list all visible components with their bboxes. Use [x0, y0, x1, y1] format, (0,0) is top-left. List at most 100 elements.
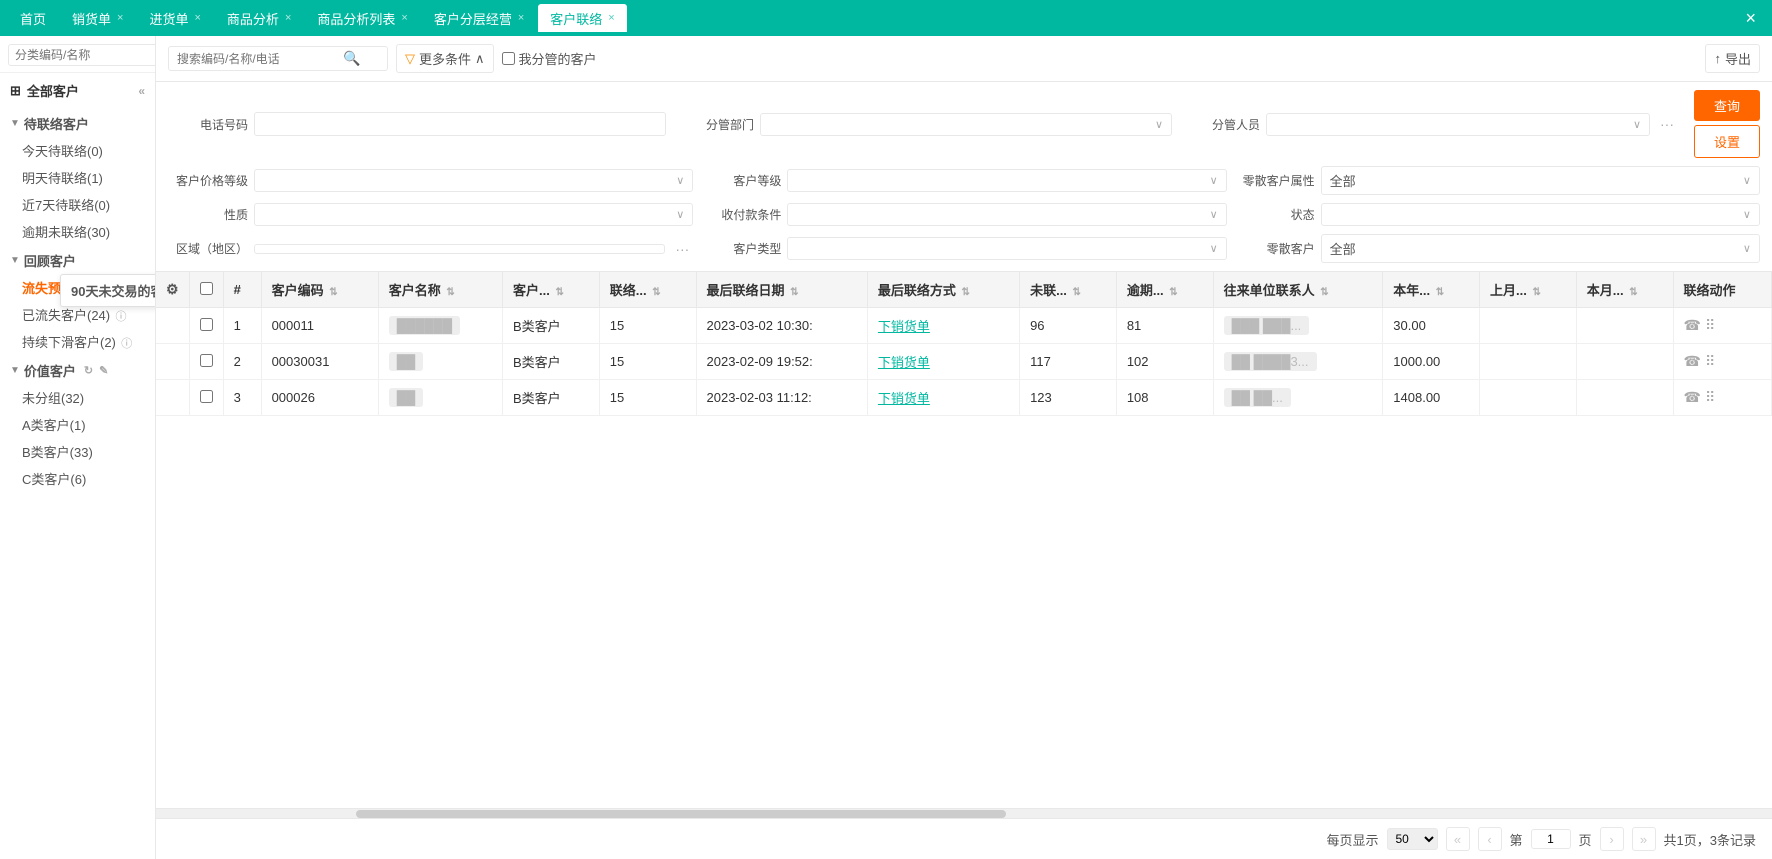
sidebar-item-declining[interactable]: 持续下滑客户(2) ⓘ: [0, 328, 155, 355]
price-level-select[interactable]: ∨: [254, 169, 693, 192]
this-month-sort-icon[interactable]: ⇅: [1629, 287, 1637, 298]
close-purchase-tab-icon[interactable]: ×: [194, 12, 200, 24]
sidebar-item-today-pending[interactable]: 今天待联络(0): [0, 137, 155, 164]
horizontal-scrollbar[interactable]: [156, 808, 1772, 818]
type-sort-icon[interactable]: ⇅: [555, 287, 563, 298]
contact-action-icon-0[interactable]: ☎: [1684, 317, 1701, 334]
scattered-attr-select[interactable]: 全部 ∨: [1321, 166, 1760, 195]
page-number-input[interactable]: [1531, 829, 1571, 849]
more-action-icon-2[interactable]: ⠿: [1705, 389, 1715, 406]
scattered-select[interactable]: 全部 ∨: [1321, 234, 1760, 263]
query-button[interactable]: 查询: [1694, 90, 1760, 121]
person-dots[interactable]: ···: [1656, 116, 1678, 132]
person-select[interactable]: ∨: [1266, 113, 1650, 136]
contact-sort-icon[interactable]: ⇅: [652, 287, 660, 298]
row-last-way-1[interactable]: 下销货单: [867, 344, 1019, 380]
overdue-sort-icon[interactable]: ⇅: [1169, 287, 1177, 298]
unit-contact-sort-icon[interactable]: ⇅: [1320, 287, 1328, 298]
next-page-button[interactable]: ›: [1600, 827, 1624, 851]
row-last-way-2[interactable]: 下销货单: [867, 380, 1019, 416]
last-page-button[interactable]: »: [1632, 827, 1656, 851]
nav-tab-sales[interactable]: 销货单 ×: [60, 4, 135, 32]
sidebar-item-class-c[interactable]: C类客户(6): [0, 465, 155, 492]
phone-input[interactable]: [254, 112, 666, 136]
payment-select[interactable]: ∨: [787, 203, 1226, 226]
dept-select[interactable]: ∨: [760, 113, 1172, 136]
sidebar-item-ungrouped[interactable]: 未分组(32): [0, 384, 155, 411]
close-contact-tab-icon[interactable]: ×: [608, 12, 614, 24]
first-page-button[interactable]: «: [1446, 827, 1470, 851]
nav-tab-purchase[interactable]: 进货单 ×: [137, 4, 212, 32]
sidebar-section-pending[interactable]: ▼ 待联络客户: [0, 108, 155, 137]
select-all-checkbox[interactable]: [200, 282, 213, 295]
col-gear[interactable]: ⚙: [156, 272, 189, 308]
close-sales-tab-icon[interactable]: ×: [117, 12, 123, 24]
sidebar-all-customers[interactable]: ⊞ 全部客户 «: [0, 73, 155, 108]
price-level-label: 客户价格等级: [168, 172, 248, 189]
gear-settings-icon[interactable]: ⚙: [166, 281, 179, 297]
region-select[interactable]: [254, 244, 665, 254]
sidebar-item-overdue-uncontact[interactable]: 逾期未联络(30): [0, 218, 155, 245]
nav-tab-home[interactable]: 首页: [8, 4, 58, 32]
row-checkbox-0[interactable]: [189, 308, 223, 344]
sidebar-item-lostpre-warning[interactable]: 流失预警客户(3) ⓘ 90天未交易的客户，可能有流失风险。: [0, 274, 155, 301]
more-action-icon-0[interactable]: ⠿: [1705, 317, 1715, 334]
close-segment-tab-icon[interactable]: ×: [518, 12, 524, 24]
customer-type-select[interactable]: ∨: [787, 237, 1226, 260]
person-chevron-icon: ∨: [1633, 118, 1641, 131]
my-customers-label: 我分管的客户: [519, 49, 597, 68]
scrollbar-thumb[interactable]: [356, 810, 1006, 818]
close-goods-list-tab-icon[interactable]: ×: [401, 12, 407, 24]
more-filter-button[interactable]: ▽ 更多条件 ∧: [396, 44, 494, 73]
filter-search-icon[interactable]: 🔍: [343, 50, 360, 67]
uncontact-sort-icon[interactable]: ⇅: [1073, 287, 1081, 298]
sidebar-item-class-a[interactable]: A类客户(1): [0, 411, 155, 438]
filter-row-2: 客户价格等级 ∨ 客户等级 ∨ 零散客户属性 全部: [168, 166, 1760, 195]
value-refresh-icon[interactable]: ↻: [84, 364, 93, 377]
per-page-select[interactable]: 50 100: [1387, 828, 1438, 850]
my-customers-checkbox[interactable]: 我分管的客户: [502, 49, 597, 68]
name-sort-icon[interactable]: ⇅: [446, 287, 454, 298]
row-last-way-0[interactable]: 下销货单: [867, 308, 1019, 344]
nav-tab-customer-segment[interactable]: 客户分层经营 ×: [422, 4, 536, 32]
collapse-icon: «: [138, 84, 145, 98]
last-date-sort-icon[interactable]: ⇅: [790, 287, 798, 298]
status-select[interactable]: ∨: [1321, 203, 1760, 226]
code-sort-icon[interactable]: ⇅: [329, 287, 337, 298]
sidebar-item-week-pending[interactable]: 近7天待联络(0): [0, 191, 155, 218]
row-gear-0: [156, 308, 189, 344]
payment-chevron-icon: ∨: [1210, 208, 1218, 221]
nav-tab-goods-analysis-list[interactable]: 商品分析列表 ×: [305, 4, 419, 32]
contact-action-icon-2[interactable]: ☎: [1684, 389, 1701, 406]
window-close-button[interactable]: ×: [1737, 8, 1764, 29]
year-sort-icon[interactable]: ⇅: [1436, 287, 1444, 298]
value-section-label: 价值客户: [24, 361, 76, 380]
sidebar-item-class-b[interactable]: B类客户(33): [0, 438, 155, 465]
customer-level-select[interactable]: ∨: [787, 169, 1226, 192]
filter-search-box: 🔍: [168, 46, 388, 71]
export-button[interactable]: ↑ 导出: [1705, 44, 1760, 73]
nav-tab-goods-analysis[interactable]: 商品分析 ×: [215, 4, 303, 32]
already-lost-info-icon: ⓘ: [115, 311, 126, 323]
my-customers-check[interactable]: [502, 52, 515, 65]
sidebar-section-value[interactable]: ▼ 价值客户 ↻ ✎: [0, 355, 155, 384]
nature-select[interactable]: ∨: [254, 203, 693, 226]
close-goods-analysis-tab-icon[interactable]: ×: [285, 12, 291, 24]
filter-search-input[interactable]: [177, 52, 337, 66]
filter-field-scattered-attr: 零散客户属性 全部 ∨: [1235, 166, 1760, 195]
sidebar-section-lostpre[interactable]: ▼ 回顾客户: [0, 245, 155, 274]
row-checkbox-2[interactable]: [189, 380, 223, 416]
region-dots[interactable]: ···: [671, 241, 693, 257]
contact-action-icon-1[interactable]: ☎: [1684, 353, 1701, 370]
sidebar-search-input[interactable]: [8, 44, 156, 66]
last-month-sort-icon[interactable]: ⇅: [1533, 287, 1541, 298]
value-edit-icon[interactable]: ✎: [99, 364, 108, 377]
more-action-icon-1[interactable]: ⠿: [1705, 353, 1715, 370]
nav-tab-customer-contact[interactable]: 客户联络 ×: [538, 4, 626, 32]
row-checkbox-1[interactable]: [189, 344, 223, 380]
prev-page-button[interactable]: ‹: [1478, 827, 1502, 851]
last-way-sort-icon[interactable]: ⇅: [962, 287, 970, 298]
col-code: 客户编码 ⇅: [261, 272, 378, 308]
sidebar-item-tomorrow-pending[interactable]: 明天待联络(1): [0, 164, 155, 191]
settings-button[interactable]: 设置: [1694, 125, 1760, 158]
